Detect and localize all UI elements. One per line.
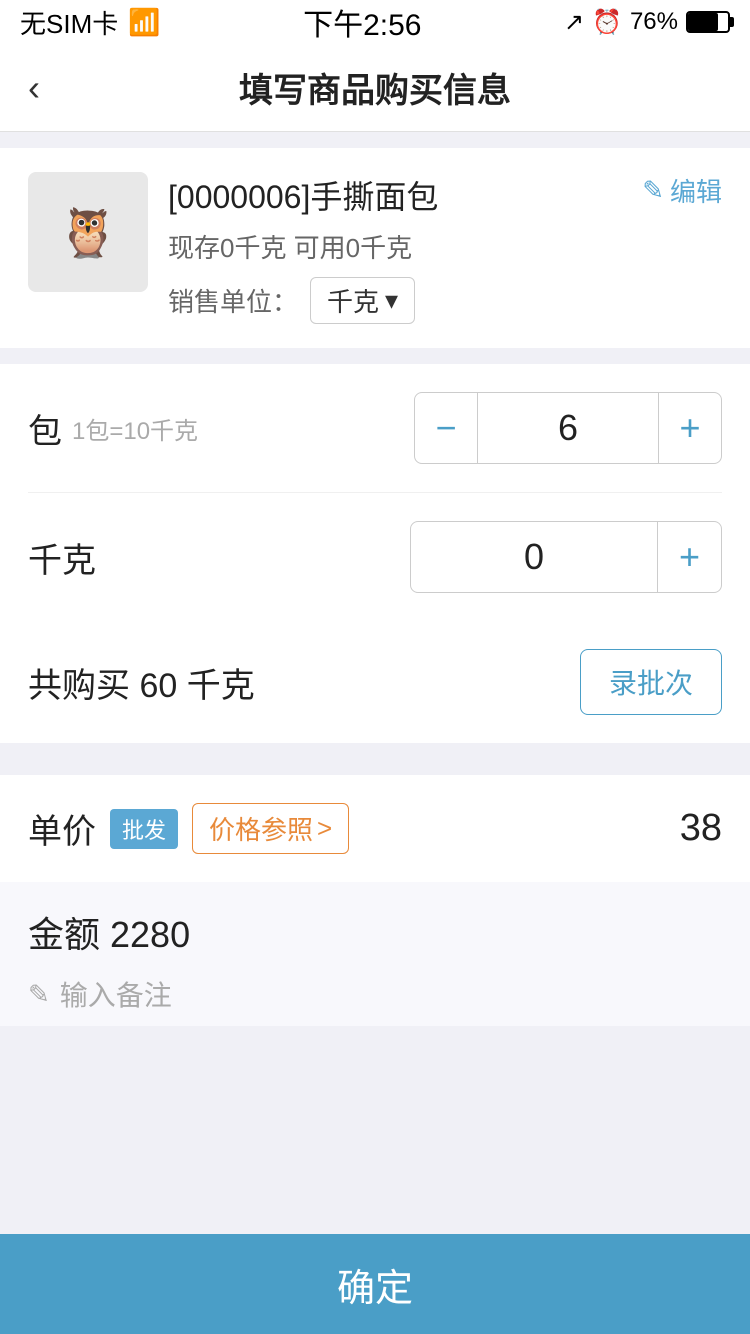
product-stock: 现存0千克 可用0千克 xyxy=(168,228,722,265)
page-title: 填写商品购买信息 xyxy=(239,63,511,112)
amount-section: 金额 2280 ✎ 输入备注 xyxy=(0,882,750,1026)
package-quantity-input[interactable] xyxy=(478,392,658,464)
package-minus-button[interactable]: − xyxy=(414,392,478,464)
batch-button[interactable]: 录批次 xyxy=(580,649,722,715)
total-section: 共购买 60 千克 录批次 xyxy=(0,621,750,743)
amount-number: 2280 xyxy=(110,914,190,955)
status-bar: 无SIM卡 📶 下午2:56 ↗ ⏰ 76% xyxy=(0,0,750,44)
price-value: 38 xyxy=(680,807,722,850)
unit-value: 千克 xyxy=(327,282,379,319)
kg-plus-button[interactable]: + xyxy=(658,521,722,593)
kg-row: 千克 + xyxy=(28,493,722,621)
back-button[interactable]: ‹ xyxy=(28,67,40,109)
alarm-icon: ⏰ xyxy=(592,8,622,37)
divider-2 xyxy=(0,743,750,759)
status-left: 无SIM卡 📶 xyxy=(20,4,161,41)
divider-1 xyxy=(0,348,750,364)
battery-percent: 76% xyxy=(630,8,678,36)
amount-label: 金额 xyxy=(28,914,110,955)
location-icon: ↗ xyxy=(564,8,584,37)
edit-button[interactable]: ✎ 编辑 xyxy=(642,172,722,209)
price-ref-label: 价格参照 xyxy=(209,810,313,847)
edit-label: 编辑 xyxy=(670,172,722,209)
confirm-button[interactable]: 确定 xyxy=(0,1234,750,1334)
wifi-icon: 📶 xyxy=(128,7,160,38)
package-plus-button[interactable]: + xyxy=(658,392,722,464)
battery-icon xyxy=(686,11,730,33)
price-reference-button[interactable]: 价格参照 > xyxy=(192,803,349,854)
price-left: 单价 批发 价格参照 > xyxy=(28,803,349,854)
product-image: 🦉 xyxy=(28,172,148,292)
pencil-icon: ✎ xyxy=(28,979,50,1010)
carrier-label: 无SIM卡 xyxy=(20,4,118,41)
total-label: 共购买 60 千克 xyxy=(28,658,255,707)
package-row: 包 1包=10千克 − + xyxy=(28,364,722,493)
package-quantity-control: − + xyxy=(414,392,722,464)
product-unit-row: 销售单位： 千克 ▾ xyxy=(168,277,722,324)
status-right: ↗ ⏰ 76% xyxy=(564,8,730,37)
package-sublabel: 1包=10千克 xyxy=(72,411,198,446)
input-section: 包 1包=10千克 − + 千克 + xyxy=(0,364,750,621)
chevron-down-icon: ▾ xyxy=(385,285,398,316)
price-label: 单价 xyxy=(28,804,96,853)
unit-label: 销售单位： xyxy=(168,282,298,319)
note-row[interactable]: ✎ 输入备注 xyxy=(28,974,722,1014)
time-label: 下午2:56 xyxy=(303,0,421,44)
kg-label: 千克 xyxy=(28,533,96,582)
price-section: 单价 批发 价格参照 > 38 xyxy=(0,775,750,882)
amount-row: 金额 2280 xyxy=(28,906,722,958)
package-label: 包 1包=10千克 xyxy=(28,404,198,453)
unit-select[interactable]: 千克 ▾ xyxy=(310,277,415,324)
kg-quantity-control: + xyxy=(410,521,722,593)
kg-label-text: 千克 xyxy=(28,533,96,582)
note-placeholder: 输入备注 xyxy=(60,974,172,1014)
chevron-right-icon: > xyxy=(317,813,332,844)
product-info: [0000006]手撕面包 现存0千克 可用0千克 销售单位： 千克 ▾ xyxy=(168,172,722,324)
wholesale-badge: 批发 xyxy=(110,809,178,849)
product-card: 🦉 [0000006]手撕面包 现存0千克 可用0千克 销售单位： 千克 ▾ ✎… xyxy=(0,148,750,348)
edit-icon: ✎ xyxy=(642,175,664,206)
product-thumbnail-icon: 🦉 xyxy=(58,204,118,261)
kg-quantity-input[interactable] xyxy=(410,521,658,593)
package-label-text: 包 xyxy=(28,404,62,453)
nav-bar: ‹ 填写商品购买信息 xyxy=(0,44,750,132)
product-name: [0000006]手撕面包 xyxy=(168,172,722,218)
